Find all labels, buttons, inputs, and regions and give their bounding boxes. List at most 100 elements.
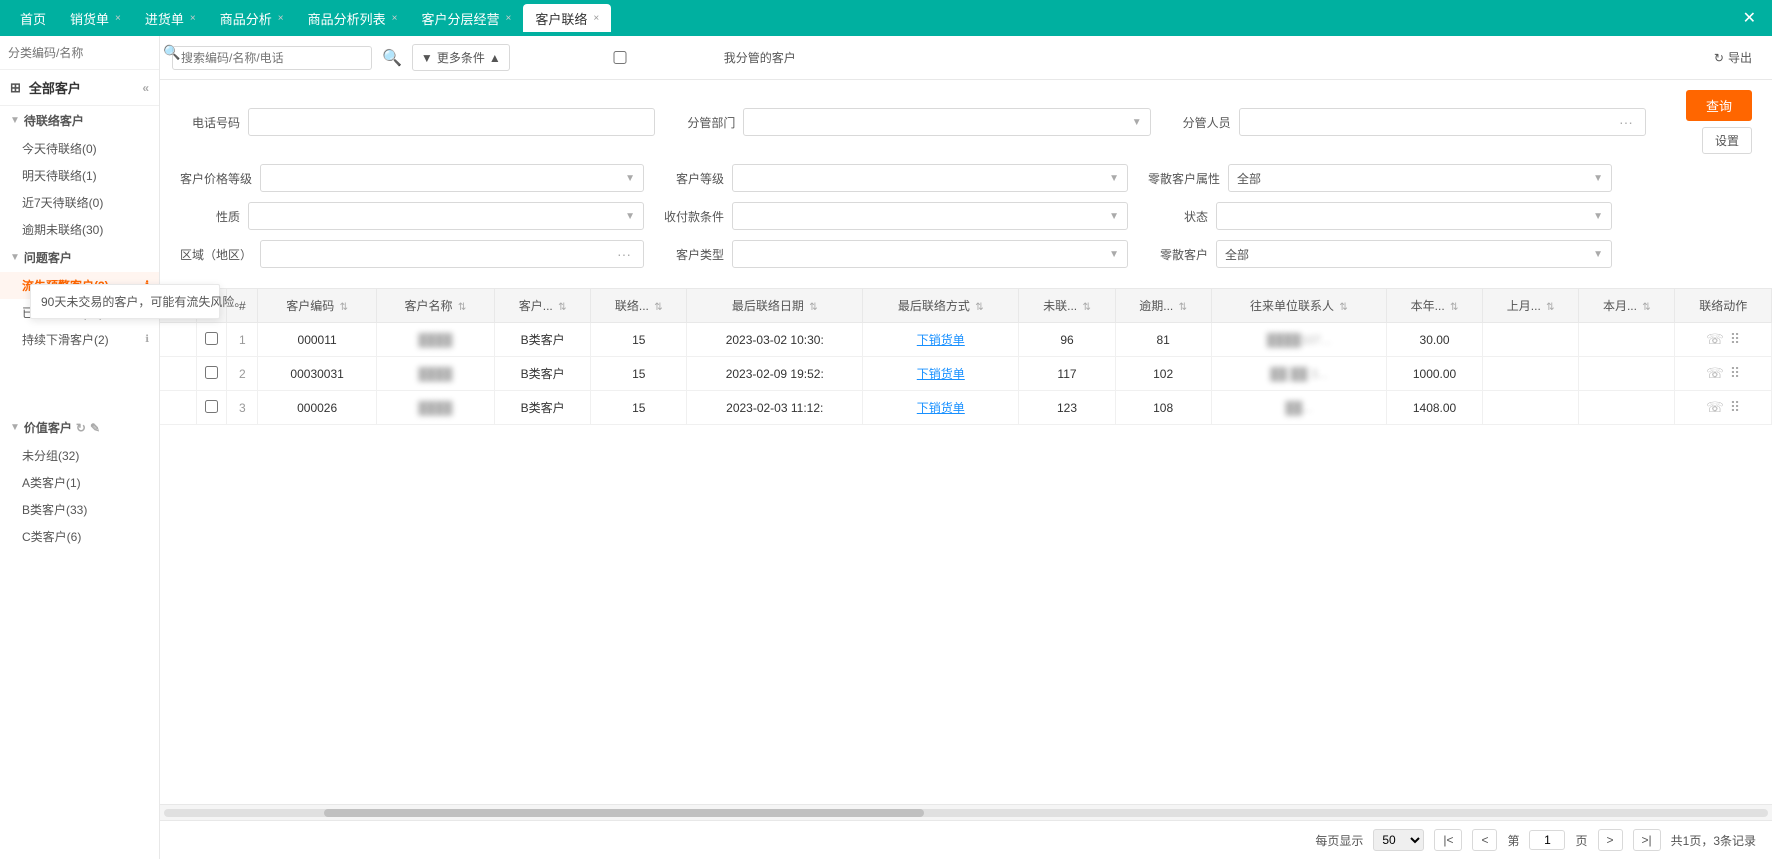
query-button[interactable]: 查询 (1686, 90, 1752, 121)
tab-purchase[interactable]: 进货单 × (133, 4, 208, 32)
next-page-button[interactable]: > (1598, 829, 1623, 851)
tab-customer-contact-close[interactable]: × (593, 13, 599, 24)
first-page-button[interactable]: |< (1434, 829, 1462, 851)
scrollbar-thumb[interactable] (324, 809, 924, 817)
declining-info-icon[interactable]: ℹ (145, 334, 149, 345)
col-this-year[interactable]: 本年... ⇅ (1386, 289, 1482, 323)
more-conditions-button[interactable]: ▼ 更多条件 ▲ (412, 44, 510, 71)
filter-row-1: 电话号码 分管部门 ▼ 分管人员 ··· (180, 90, 1752, 154)
sidebar-item-b-class[interactable]: B类客户(33) (0, 496, 159, 523)
row3-select-checkbox[interactable] (205, 400, 218, 413)
sidebar-item-a-class[interactable]: A类客户(1) (0, 469, 159, 496)
sidebar-section-problem[interactable]: ▼ 问题客户 (0, 243, 159, 272)
nature-dropdown-icon: ▼ (625, 211, 635, 222)
payment-select[interactable]: ▼ (732, 202, 1128, 230)
tab-analysis-list-label: 商品分析列表 (308, 9, 386, 28)
filter-person: 分管人员 ··· (1171, 108, 1646, 136)
sidebar-item-declining-label: 持续下滑客户(2) (22, 331, 109, 348)
status-dropdown-icon: ▼ (1593, 211, 1603, 222)
col-last-month[interactable]: 上月... ⇅ (1483, 289, 1579, 323)
sidebar-section-value[interactable]: ▼ 价值客户 ↻ ✎ (0, 413, 159, 442)
prev-page-button[interactable]: < (1472, 829, 1497, 851)
sidebar-item-declining[interactable]: 持续下滑客户(2) ℹ (0, 326, 159, 353)
sidebar-item-overdue[interactable]: 逾期未联络(30) (0, 216, 159, 243)
phone-input[interactable] (248, 108, 655, 136)
export-icon: ↻ (1714, 51, 1724, 65)
customer-type-select[interactable]: ▼ (732, 240, 1128, 268)
tab-customer-segment[interactable]: 客户分层经营 × (409, 4, 523, 32)
sidebar-item-7days[interactable]: 近7天待联络(0) (0, 189, 159, 216)
sidebar-section-pending[interactable]: ▼ 待联络客户 (0, 106, 159, 135)
value-section-refresh[interactable]: ↻ (76, 421, 86, 435)
row2-select-checkbox[interactable] (205, 366, 218, 379)
search-input[interactable] (172, 46, 372, 70)
settings-button[interactable]: 设置 (1702, 127, 1752, 154)
sort-icon-name: ⇅ (458, 302, 466, 313)
search-btn-icon[interactable]: 🔍 (382, 48, 402, 68)
row1-last-contact-method[interactable]: 下销货单 (863, 323, 1019, 357)
tab-analysis-list[interactable]: 商品分析列表 × (296, 4, 410, 32)
row2-more-icon[interactable]: ⠿ (1730, 365, 1740, 382)
customer-level-label: 客户等级 (664, 170, 724, 187)
row2-contact-icon[interactable]: ☏ (1706, 365, 1724, 382)
col-type[interactable]: 客户... ⇅ (495, 289, 591, 323)
collapse-icon[interactable]: « (142, 81, 149, 95)
export-button[interactable]: ↻ 导出 (1706, 45, 1760, 70)
col-overdue[interactable]: 逾期... ⇅ (1115, 289, 1211, 323)
row2-this-year: 1000.00 (1386, 357, 1482, 391)
scrollbar-track[interactable] (164, 809, 1768, 817)
row1-more-icon[interactable]: ⠿ (1730, 331, 1740, 348)
sidebar-search-input[interactable] (8, 46, 163, 60)
row3-last-contact-method[interactable]: 下销货单 (863, 391, 1019, 425)
col-contact[interactable]: 联络... ⇅ (591, 289, 687, 323)
sidebar: 🔍 ⊞ 全部客户 « ▼ 待联络客户 今天待联络(0) 明天待联络(1) 近7天… (0, 36, 160, 859)
status-select[interactable]: ▼ (1216, 202, 1612, 230)
window-close-button[interactable]: ✕ (1735, 4, 1764, 32)
row3-more-icon[interactable]: ⠿ (1730, 399, 1740, 416)
col-last-contact-method[interactable]: 最后联络方式 ⇅ (863, 289, 1019, 323)
tab-customer-segment-close[interactable]: × (505, 13, 511, 24)
zero-customer-select[interactable]: 全部 ▼ (1216, 240, 1612, 268)
col-not-contacted[interactable]: 未联... ⇅ (1019, 289, 1115, 323)
horizontal-scrollbar[interactable] (160, 804, 1772, 820)
tab-customer-contact[interactable]: 客户联络 × (523, 4, 611, 32)
col-last-contact-date[interactable]: 最后联络日期 ⇅ (687, 289, 863, 323)
tab-sales[interactable]: 销货单 × (58, 4, 133, 32)
row2-not-contacted: 117 (1019, 357, 1115, 391)
col-unit-contact[interactable]: 往来单位联系人 ⇅ (1211, 289, 1386, 323)
region-ellipsis[interactable]: ··· (613, 246, 635, 262)
col-name[interactable]: 客户名称 ⇅ (376, 289, 494, 323)
nature-select[interactable]: ▼ (248, 202, 644, 230)
customer-level-select[interactable]: ▼ (732, 164, 1128, 192)
dept-select[interactable]: ▼ (743, 108, 1150, 136)
tab-purchase-close[interactable]: × (190, 13, 196, 24)
my-customers-checkbox-label[interactable]: 我分管的客户 (520, 49, 796, 66)
tab-analysis-list-close[interactable]: × (392, 13, 398, 24)
sidebar-item-ungroup[interactable]: 未分组(32) (0, 442, 159, 469)
row1-contact-icon[interactable]: ☏ (1706, 331, 1724, 348)
per-page-select[interactable]: 50 100 200 (1373, 829, 1424, 851)
sidebar-item-today[interactable]: 今天待联络(0) (0, 135, 159, 162)
row2-last-contact-method[interactable]: 下销货单 (863, 357, 1019, 391)
last-page-button[interactable]: >| (1633, 829, 1661, 851)
col-code[interactable]: 客户编码 ⇅ (258, 289, 376, 323)
row1-select-checkbox[interactable] (205, 332, 218, 345)
person-select[interactable]: ··· (1239, 108, 1646, 136)
tab-home[interactable]: 首页 (8, 4, 58, 32)
col-this-month[interactable]: 本月... ⇅ (1579, 289, 1675, 323)
value-section-edit[interactable]: ✎ (90, 421, 100, 435)
zero-attr-select[interactable]: 全部 ▼ (1228, 164, 1612, 192)
tab-analysis-close[interactable]: × (278, 13, 284, 24)
page-number-input[interactable] (1529, 830, 1565, 850)
customer-price-select[interactable]: ▼ (260, 164, 644, 192)
tab-analysis[interactable]: 商品分析 × (208, 4, 296, 32)
row3-contact-icon[interactable]: ☏ (1706, 399, 1724, 416)
sidebar-search-area: 🔍 (0, 36, 159, 70)
sidebar-all-customers[interactable]: ⊞ 全部客户 « (0, 70, 159, 106)
person-ellipsis[interactable]: ··· (1615, 114, 1637, 130)
sidebar-item-c-class[interactable]: C类客户(6) (0, 523, 159, 550)
tab-sales-close[interactable]: × (115, 13, 121, 24)
region-select[interactable]: ··· (260, 240, 644, 268)
my-customers-checkbox[interactable] (520, 51, 720, 64)
sidebar-item-tomorrow[interactable]: 明天待联络(1) (0, 162, 159, 189)
